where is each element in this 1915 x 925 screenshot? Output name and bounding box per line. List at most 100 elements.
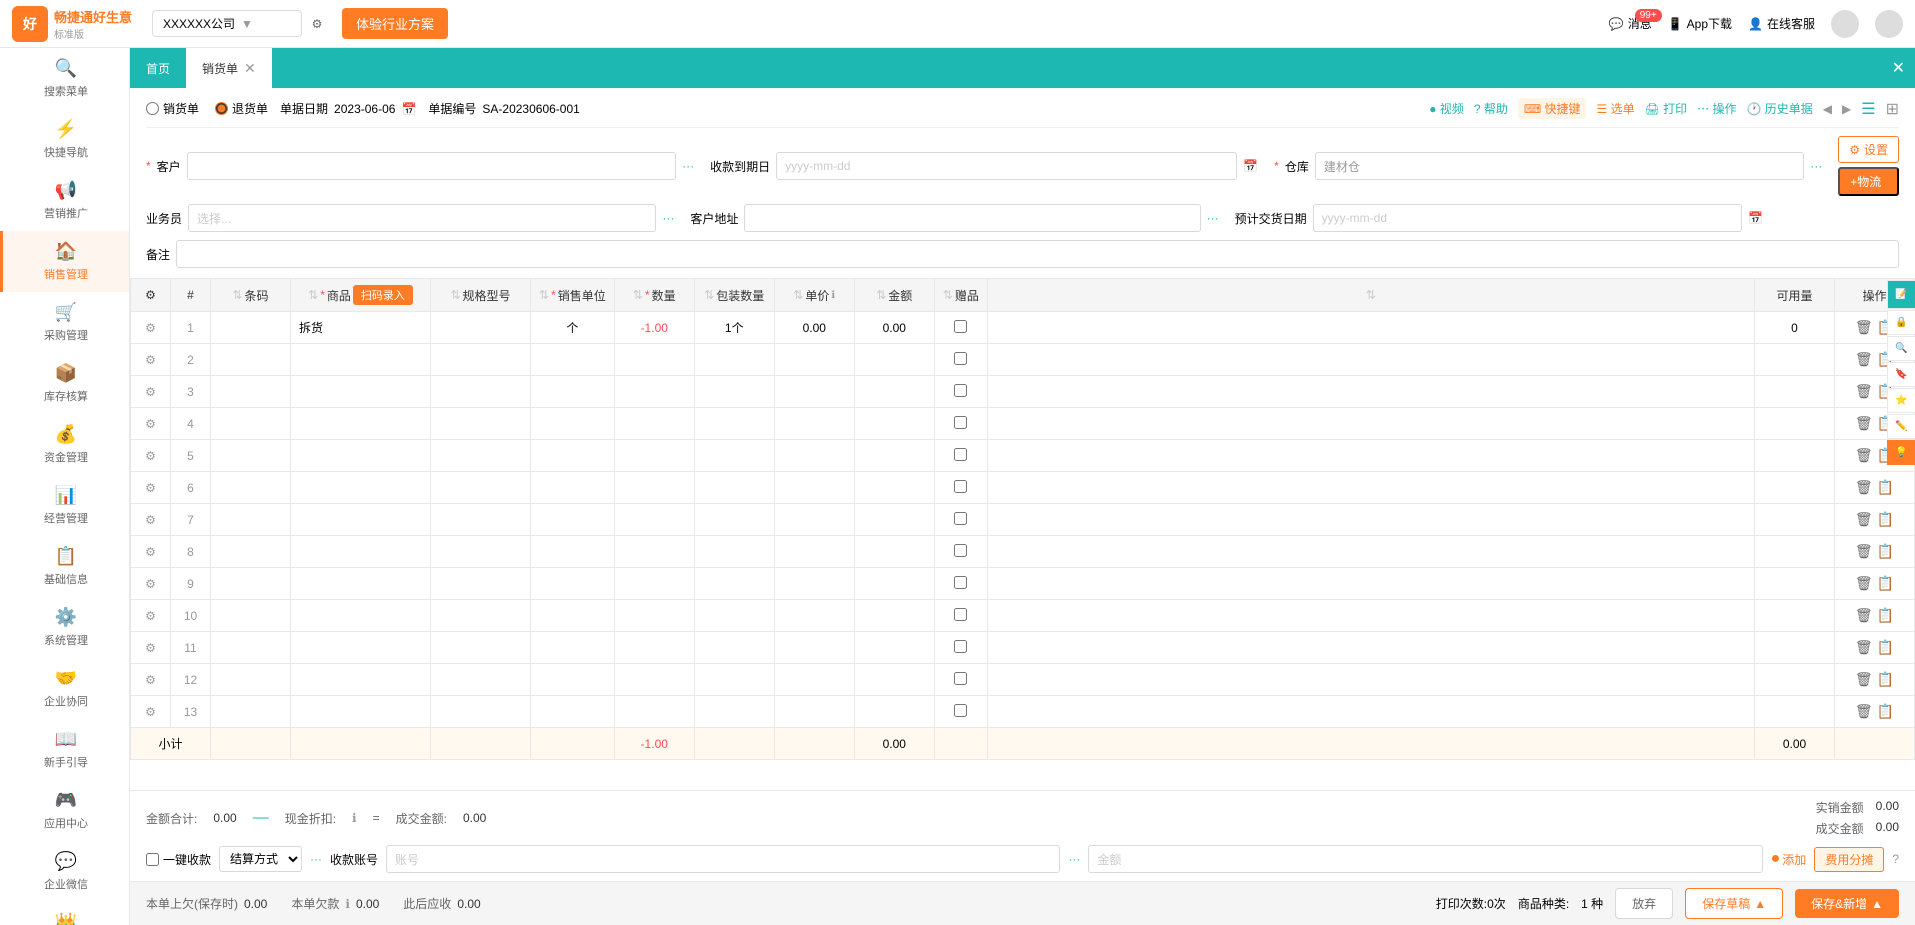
td-amount-3[interactable] — [854, 408, 934, 440]
td-spec-12[interactable] — [431, 696, 531, 728]
gift-checkbox-6[interactable] — [954, 512, 967, 525]
td-barcode-8[interactable] — [211, 568, 291, 600]
radio-return-input[interactable] — [215, 102, 228, 115]
td-pkgqty-7[interactable] — [694, 536, 774, 568]
td-product-10[interactable] — [291, 632, 431, 664]
one-click-payment-check[interactable]: 一键收款 — [146, 851, 211, 868]
radio-sales-input[interactable] — [146, 102, 159, 115]
customer-more-icon[interactable]: ··· — [682, 159, 694, 173]
td-barcode-3[interactable] — [211, 408, 291, 440]
sidebar-item-basic[interactable]: 📋 基础信息 — [0, 536, 129, 597]
td-qty-11[interactable] — [614, 664, 694, 696]
td-price-8[interactable] — [774, 568, 854, 600]
delete-row-9[interactable]: 🗑 — [1855, 607, 1873, 624]
td-pkgqty-9[interactable] — [694, 600, 774, 632]
add-payment-button[interactable]: ● 添加 — [1771, 850, 1807, 868]
copy-row-12[interactable]: 📋 — [1877, 703, 1894, 720]
td-product-4[interactable] — [291, 440, 431, 472]
sidebar-item-purchase[interactable]: 🛒 采购管理 — [0, 292, 129, 353]
history-link[interactable]: 🕐 历史单据 — [1747, 100, 1813, 117]
td-price-9[interactable] — [774, 600, 854, 632]
td-barcode-6[interactable] — [211, 504, 291, 536]
td-barcode-9[interactable] — [211, 600, 291, 632]
salesperson-more-icon[interactable]: ··· — [662, 211, 674, 225]
customer-addr-more-icon[interactable]: ··· — [1207, 211, 1219, 225]
sidebar-item-apps[interactable]: 🎮 应用中心 — [0, 780, 129, 841]
td-spec-2[interactable] — [431, 376, 531, 408]
payment-due-input[interactable]: yyyy-mm-dd — [776, 152, 1237, 180]
sidebar-item-enterprise[interactable]: 🤝 企业协同 — [0, 658, 129, 719]
td-spec-5[interactable] — [431, 472, 531, 504]
delete-row-0[interactable]: 🗑 — [1855, 319, 1873, 336]
td-gift-2[interactable] — [934, 376, 987, 408]
sort-product-icon[interactable]: ⇅ — [308, 288, 318, 302]
copy-row-9[interactable]: 📋 — [1877, 607, 1894, 624]
help-link[interactable]: ? 帮助 — [1474, 100, 1508, 117]
sort-spec-icon[interactable]: ⇅ — [450, 288, 460, 302]
td-remark-0[interactable] — [987, 312, 1754, 344]
sort-price-icon[interactable]: ⇅ — [793, 288, 803, 302]
td-barcode-4[interactable] — [211, 440, 291, 472]
td-qty-2[interactable] — [614, 376, 694, 408]
td-gift-8[interactable] — [934, 568, 987, 600]
delete-row-5[interactable]: 🗑 — [1855, 479, 1873, 496]
td-barcode-10[interactable] — [211, 632, 291, 664]
td-spec-6[interactable] — [431, 504, 531, 536]
td-price-4[interactable] — [774, 440, 854, 472]
td-price-5[interactable] — [774, 472, 854, 504]
td-qty-10[interactable] — [614, 632, 694, 664]
payment-due-calendar-icon[interactable]: 📅 — [1243, 159, 1258, 173]
td-gift-7[interactable] — [934, 536, 987, 568]
sidebar-item-operations[interactable]: 📊 经营管理 — [0, 475, 129, 536]
tab-close-icon[interactable]: ✕ — [244, 60, 256, 77]
rpb-orange[interactable]: 💡 — [1887, 440, 1915, 465]
td-settings-1[interactable]: ⚙ — [131, 344, 171, 376]
sort-unit-icon[interactable]: ⇅ — [539, 288, 549, 302]
td-gift-10[interactable] — [934, 632, 987, 664]
gift-checkbox-9[interactable] — [954, 608, 967, 621]
avatar[interactable] — [1831, 10, 1859, 38]
sort-amount-icon[interactable]: ⇅ — [876, 288, 886, 302]
td-gift-9[interactable] — [934, 600, 987, 632]
copy-row-7[interactable]: 📋 — [1877, 543, 1894, 560]
delete-row-2[interactable]: 🗑 — [1855, 383, 1873, 400]
td-pkgqty-4[interactable] — [694, 440, 774, 472]
warehouse-more-icon[interactable]: ··· — [1810, 159, 1822, 173]
radio-sales[interactable]: 销货单 — [146, 100, 199, 117]
sort-remark-icon[interactable]: ⇅ — [1366, 288, 1376, 302]
delivery-date-input[interactable]: yyyy-mm-dd — [1313, 204, 1742, 232]
td-pkgqty-5[interactable] — [694, 472, 774, 504]
td-gift-3[interactable] — [934, 408, 987, 440]
td-amount-9[interactable] — [854, 600, 934, 632]
td-remark-8[interactable] — [987, 568, 1754, 600]
td-unit-10[interactable] — [531, 632, 615, 664]
gift-checkbox-0[interactable] — [954, 320, 967, 333]
copy-row-6[interactable]: 📋 — [1877, 511, 1894, 528]
sidebar-item-system[interactable]: ⚙️ 系统管理 — [0, 597, 129, 658]
logistics-button[interactable]: +物流 — [1838, 167, 1899, 196]
td-pkgqty-3[interactable] — [694, 408, 774, 440]
td-product-12[interactable] — [291, 696, 431, 728]
td-amount-6[interactable] — [854, 504, 934, 536]
total-due-info[interactable]: ℹ — [345, 897, 350, 911]
delete-row-1[interactable]: 🗑 — [1855, 351, 1873, 368]
settlement-more-icon[interactable]: ··· — [310, 852, 322, 866]
td-pkgqty-11[interactable] — [694, 664, 774, 696]
tab-sales-order[interactable]: 销货单 ✕ — [186, 48, 272, 88]
td-spec-0[interactable] — [431, 312, 531, 344]
video-link[interactable]: ● 视频 — [1429, 100, 1464, 117]
td-amount-4[interactable] — [854, 440, 934, 472]
td-amount-0[interactable]: 0.00 — [854, 312, 934, 344]
td-settings-12[interactable]: ⚙ — [131, 696, 171, 728]
td-barcode-1[interactable] — [211, 344, 291, 376]
td-unit-4[interactable] — [531, 440, 615, 472]
scan-button[interactable]: 扫码录入 — [353, 285, 413, 305]
td-spec-10[interactable] — [431, 632, 531, 664]
td-unit-12[interactable] — [531, 696, 615, 728]
td-product-11[interactable] — [291, 664, 431, 696]
td-remark-2[interactable] — [987, 376, 1754, 408]
fee-distribution-button[interactable]: 费用分摊 — [1814, 847, 1884, 872]
copy-row-8[interactable]: 📋 — [1877, 575, 1894, 592]
td-settings-9[interactable]: ⚙ — [131, 600, 171, 632]
td-gift-1[interactable] — [934, 344, 987, 376]
